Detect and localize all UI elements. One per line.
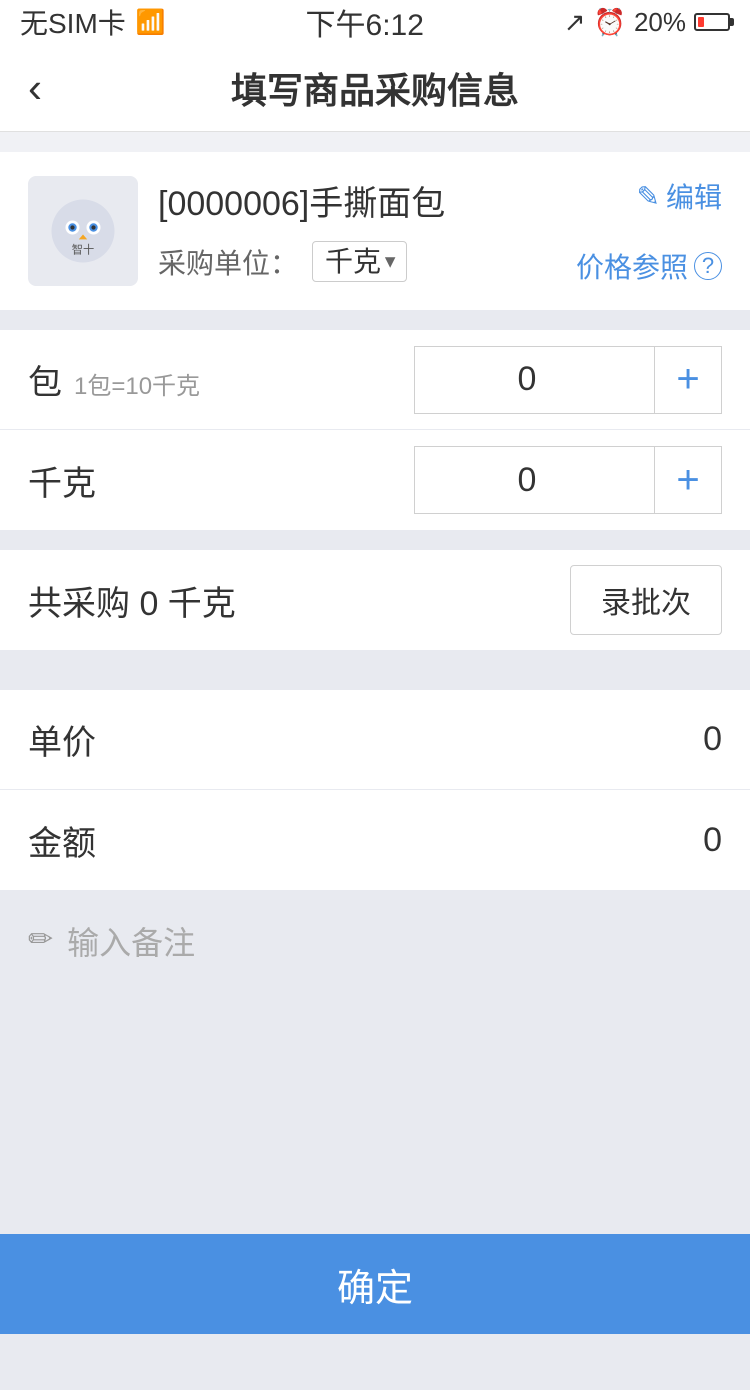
carrier-text: 无SIM卡 bbox=[20, 2, 126, 42]
divider-1 bbox=[0, 310, 750, 330]
pack-label: 包 1包=10千克 bbox=[28, 355, 200, 404]
price-ref-button[interactable]: 价格参照 ? bbox=[576, 246, 722, 286]
price-section: 单价 0 金额 0 bbox=[0, 670, 750, 890]
pack-row: 包 1包=10千克 + bbox=[0, 330, 750, 430]
pack-plus-button[interactable]: + bbox=[654, 346, 722, 414]
divider-2 bbox=[0, 650, 750, 670]
unit-price-row: 单价 0 bbox=[0, 690, 750, 790]
price-ref-label: 价格参照 bbox=[576, 246, 688, 286]
edit-button[interactable]: ✎ 编辑 bbox=[637, 176, 722, 216]
unit-select-wrap[interactable]: 千克 bbox=[312, 241, 407, 282]
edit-icon: ✎ bbox=[637, 180, 660, 213]
unit-price-value: 0 bbox=[703, 720, 722, 759]
unit-select[interactable]: 千克 bbox=[312, 241, 407, 282]
pack-label-text: 包 bbox=[28, 355, 62, 404]
product-card: 智十 [0000006]手撕面包 采购单位： 千克 ✎ 编辑 价格参照 ? bbox=[0, 152, 750, 310]
summary-row: 共采购 0 千克 录批次 bbox=[0, 550, 750, 650]
status-right: ↗ ⏰ 20% bbox=[564, 7, 730, 38]
page-title: 填写商品采购信息 bbox=[231, 62, 519, 114]
back-button[interactable]: ‹ bbox=[28, 64, 42, 112]
kg-label: 千克 bbox=[28, 456, 96, 505]
note-icon: ✏ bbox=[28, 922, 53, 957]
amount-value: 0 bbox=[703, 821, 722, 860]
battery-percent: 20% bbox=[634, 7, 686, 38]
product-image: 智十 bbox=[28, 176, 138, 286]
summary-section: 共采购 0 千克 录批次 bbox=[0, 530, 750, 650]
location-icon: ↗ bbox=[564, 7, 586, 38]
price-ref-icon: ? bbox=[694, 252, 722, 280]
kg-label-text: 千克 bbox=[28, 456, 96, 505]
nav-bar: ‹ 填写商品采购信息 bbox=[0, 44, 750, 132]
product-logo: 智十 bbox=[48, 196, 118, 266]
kg-plus-button[interactable]: + bbox=[654, 446, 722, 514]
pack-sublabel: 1包=10千克 bbox=[74, 366, 200, 401]
note-placeholder: 输入备注 bbox=[67, 918, 195, 964]
status-time: 下午6:12 bbox=[306, 0, 424, 44]
edit-label: 编辑 bbox=[666, 176, 722, 216]
note-section[interactable]: ✏ 输入备注 bbox=[0, 890, 750, 1010]
kg-quantity-input[interactable] bbox=[414, 446, 654, 514]
pack-quantity-input[interactable] bbox=[414, 346, 654, 414]
status-bar: 无SIM卡 📶 下午6:12 ↗ ⏰ 20% bbox=[0, 0, 750, 44]
status-left: 无SIM卡 📶 bbox=[20, 2, 166, 42]
battery-indicator bbox=[694, 13, 730, 31]
unit-price-label: 单价 bbox=[28, 715, 96, 764]
amount-label: 金额 bbox=[28, 816, 96, 865]
amount-row: 金额 0 bbox=[0, 790, 750, 890]
alarm-icon: ⏰ bbox=[594, 7, 626, 38]
pack-input-right: + bbox=[414, 346, 722, 414]
summary-text: 共采购 0 千克 bbox=[28, 576, 236, 625]
svg-text:智十: 智十 bbox=[72, 242, 94, 256]
batch-button[interactable]: 录批次 bbox=[570, 565, 722, 635]
confirm-button[interactable]: 确定 bbox=[0, 1234, 750, 1334]
wifi-icon: 📶 bbox=[136, 8, 166, 37]
kg-row: 千克 + bbox=[0, 430, 750, 530]
input-section: 包 1包=10千克 + 千克 + bbox=[0, 330, 750, 530]
unit-label: 采购单位： bbox=[158, 242, 298, 282]
kg-input-right: + bbox=[414, 446, 722, 514]
